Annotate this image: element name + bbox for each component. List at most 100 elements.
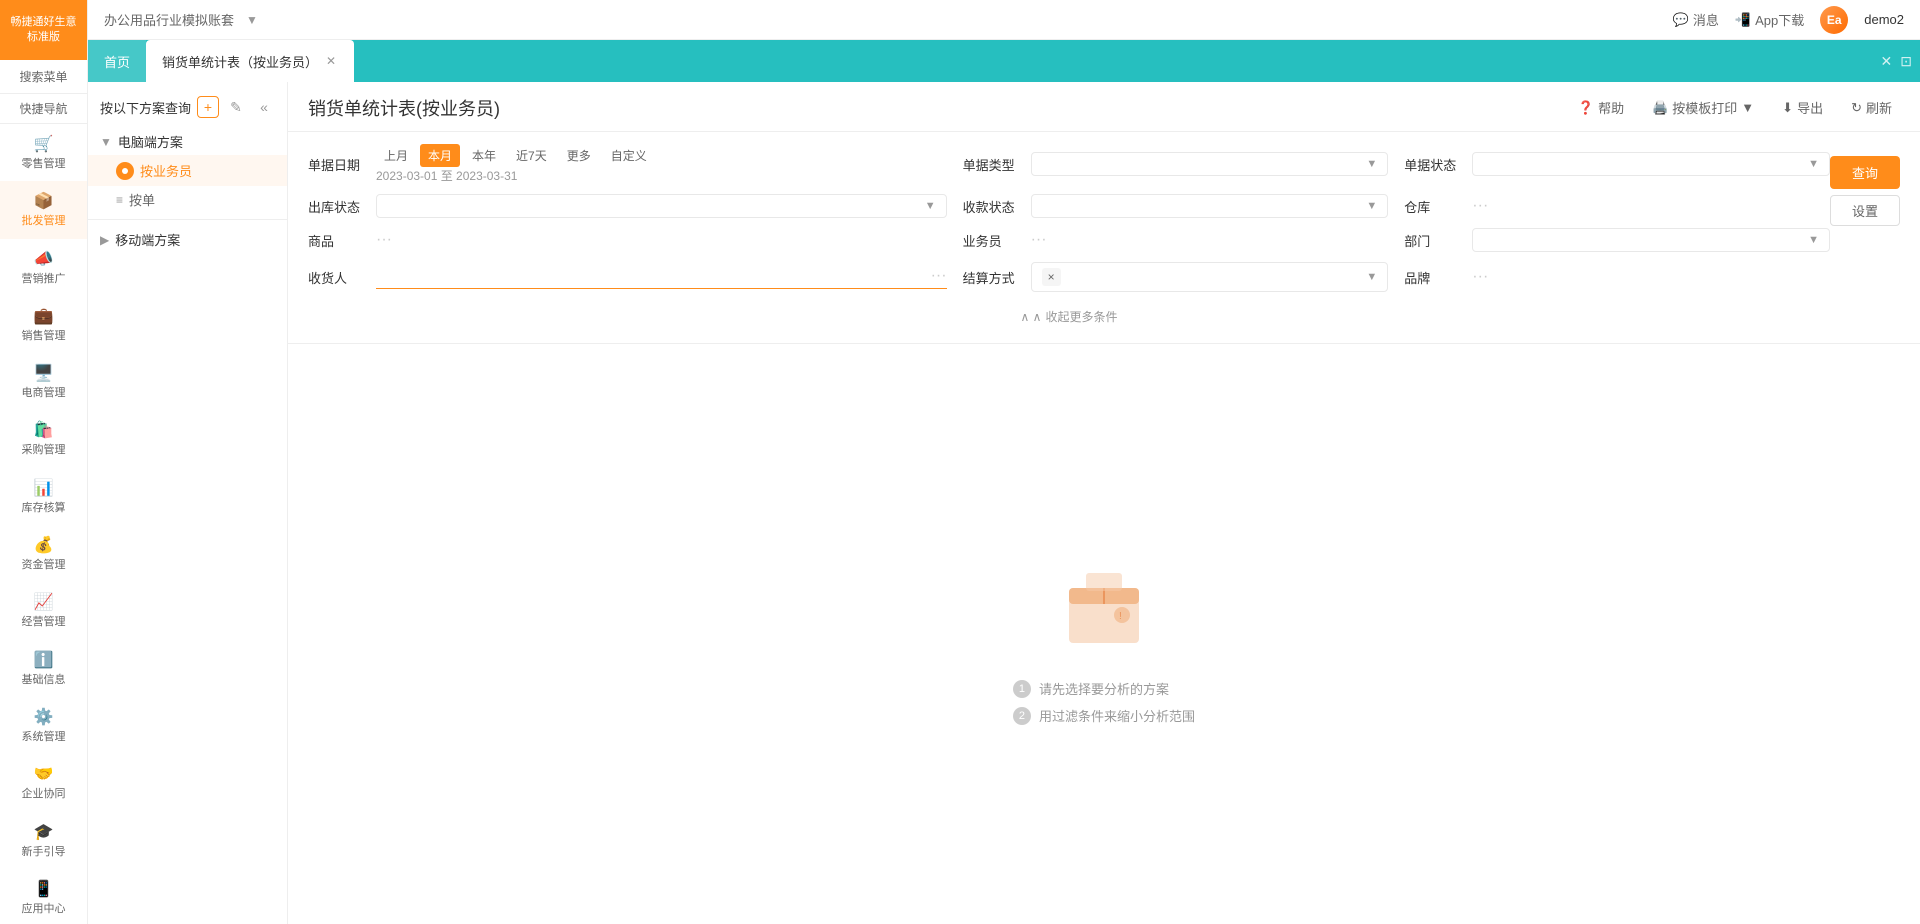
salesman-dots[interactable]: ··· bbox=[1031, 231, 1047, 248]
date-btn-custom[interactable]: 自定义 bbox=[603, 144, 655, 167]
brand-control: ··· bbox=[1472, 268, 1830, 286]
brand-dots[interactable]: ··· bbox=[1472, 268, 1488, 285]
date-btn-this-month[interactable]: 本月 bbox=[420, 144, 460, 167]
brand-label: 品牌 bbox=[1404, 268, 1464, 287]
collapse-panel-btn[interactable]: « bbox=[253, 96, 275, 118]
sidebar-item-basic[interactable]: ℹ️ 基础信息 bbox=[0, 640, 87, 697]
avatar[interactable]: Ea bbox=[1820, 6, 1848, 34]
filter-date: 单据日期 上月 本月 本年 近7天 更多 自定义 bbox=[308, 144, 947, 184]
export-label: 导出 bbox=[1797, 98, 1823, 117]
sidebar-item-ecommerce[interactable]: 🖥️ 电商管理 bbox=[0, 353, 87, 410]
sidebar: 畅捷通好生意 标准版 搜索菜单 快捷导航 🛒 零售管理 📦 批发管理 📣 营销推… bbox=[0, 0, 88, 924]
receipt-status-arrow: ▼ bbox=[1366, 200, 1377, 212]
consignee-control: ··· bbox=[376, 265, 947, 289]
hint-1-num: 1 bbox=[1013, 680, 1031, 698]
sidebar-quick-nav-btn[interactable]: 快捷导航 bbox=[0, 94, 87, 124]
scheme-by-salesman[interactable]: 按业务员 bbox=[88, 155, 287, 186]
sidebar-search-btn[interactable]: 搜索菜单 bbox=[0, 60, 87, 94]
svg-text:!: ! bbox=[1119, 611, 1122, 622]
tab-sales-stat[interactable]: 销货单统计表（按业务员） ✕ bbox=[146, 40, 354, 82]
refresh-icon: ↻ bbox=[1851, 100, 1862, 116]
filter-row-1: 单据日期 上月 本月 本年 近7天 更多 自定义 bbox=[308, 144, 1830, 184]
date-label: 单据日期 bbox=[308, 155, 368, 174]
sidebar-quick-nav-label: 快捷导航 bbox=[19, 100, 67, 117]
warehouse-dots[interactable]: ··· bbox=[1472, 197, 1488, 214]
left-panel-icon-group: + ✎ « bbox=[197, 96, 275, 118]
print-btn[interactable]: 🖨️ 按模板打印 ▼ bbox=[1644, 94, 1762, 121]
collapse-btn[interactable]: ∧ ∧ 收起更多条件 bbox=[308, 302, 1830, 331]
tab-sales-stat-close[interactable]: ✕ bbox=[324, 52, 338, 70]
settings-btn[interactable]: 设置 bbox=[1830, 195, 1900, 226]
right-panel: 销货单统计表(按业务员) ❓ 帮助 🖨️ 按模板打印 ▼ ⬇ 导出 bbox=[288, 82, 1920, 924]
desktop-schemes-header[interactable]: ▼ 电脑端方案 bbox=[88, 128, 287, 155]
filter-area: 单据日期 上月 本月 本年 近7天 更多 自定义 bbox=[288, 132, 1920, 344]
edit-scheme-btn[interactable]: ✎ bbox=[225, 96, 247, 118]
date-btn-last-month[interactable]: 上月 bbox=[376, 144, 416, 167]
date-btn-this-year[interactable]: 本年 bbox=[464, 144, 504, 167]
topbar-title: 办公用品行业模拟账套 bbox=[104, 10, 234, 29]
tab-home[interactable]: 首页 bbox=[88, 40, 146, 82]
sidebar-item-operation[interactable]: 📈 经营管理 bbox=[0, 582, 87, 639]
export-btn[interactable]: ⬇ 导出 bbox=[1774, 94, 1831, 121]
sidebar-item-finance[interactable]: 💰 资金管理 bbox=[0, 525, 87, 582]
active-dot-inner bbox=[122, 168, 128, 174]
export-icon: ⬇ bbox=[1782, 100, 1793, 116]
topbar-dropdown-arrow[interactable]: ▼ bbox=[246, 13, 258, 27]
newbie-icon: 🎓 bbox=[34, 822, 54, 842]
download-label: App下载 bbox=[1755, 10, 1804, 29]
filter-dept: 部门 ▼ bbox=[1404, 228, 1830, 252]
window-maximize-icon[interactable]: ⊡ bbox=[1900, 53, 1912, 70]
sidebar-item-retail[interactable]: 🛒 零售管理 bbox=[0, 124, 87, 181]
doc-type-select[interactable]: ▼ bbox=[1031, 152, 1389, 176]
messages-btn[interactable]: 💬 消息 bbox=[1673, 10, 1719, 29]
sidebar-item-inventory[interactable]: 📊 库存核算 bbox=[0, 468, 87, 525]
add-scheme-btn[interactable]: + bbox=[197, 96, 219, 118]
out-status-select[interactable]: ▼ bbox=[376, 194, 947, 218]
consignee-dots[interactable]: ··· bbox=[931, 267, 947, 285]
sidebar-item-marketing[interactable]: 📣 营销推广 bbox=[0, 239, 87, 296]
filter-row-2: 出库状态 ▼ 收款状态 bbox=[308, 194, 1830, 218]
scheme-by-order-icon: ≡ bbox=[116, 193, 123, 207]
filter-salesman: 业务员 ··· bbox=[963, 231, 1389, 250]
sidebar-item-purchase[interactable]: 🛍️ 采购管理 bbox=[0, 410, 87, 467]
refresh-btn[interactable]: ↻ 刷新 bbox=[1843, 94, 1900, 121]
help-btn[interactable]: ❓ 帮助 bbox=[1570, 94, 1632, 121]
filter-row-3: 商品 ··· 业务员 ··· bbox=[308, 228, 1830, 252]
action-btns: 查询 设置 bbox=[1830, 144, 1900, 331]
receipt-status-select[interactable]: ▼ bbox=[1031, 194, 1389, 218]
desktop-schemes-group: ▼ 电脑端方案 按业务员 ≡ 按单 bbox=[88, 124, 287, 217]
goods-label: 商品 bbox=[308, 231, 368, 250]
messages-label: 消息 bbox=[1693, 10, 1719, 29]
date-btn-7days[interactable]: 近7天 bbox=[508, 144, 555, 167]
date-btn-more[interactable]: 更多 bbox=[559, 144, 599, 167]
basic-icon: ℹ️ bbox=[34, 650, 54, 670]
app-download-btn[interactable]: 📲 App下载 bbox=[1735, 10, 1804, 29]
finance-icon: 💰 bbox=[34, 535, 54, 555]
ecommerce-icon: 🖥️ bbox=[34, 363, 54, 383]
date-btns: 上月 本月 本年 近7天 更多 自定义 bbox=[376, 144, 947, 167]
consignee-input[interactable] bbox=[376, 265, 947, 289]
scheme-by-order-label: 按单 bbox=[129, 190, 155, 209]
sidebar-item-appstore[interactable]: 📱 应用中心 bbox=[0, 869, 87, 924]
filter-consignee: 收货人 ··· bbox=[308, 265, 947, 289]
goods-dots[interactable]: ··· bbox=[376, 231, 392, 248]
sidebar-item-system[interactable]: ⚙️ 系统管理 bbox=[0, 697, 87, 754]
mobile-expand-icon: ▶ bbox=[100, 233, 109, 247]
scheme-by-order[interactable]: ≡ 按单 bbox=[88, 186, 287, 213]
window-close-icon[interactable]: ✕ bbox=[1881, 53, 1893, 70]
dept-label: 部门 bbox=[1404, 231, 1464, 250]
dept-select[interactable]: ▼ bbox=[1472, 228, 1830, 252]
doc-status-arrow: ▼ bbox=[1808, 158, 1819, 170]
doc-status-select[interactable]: ▼ bbox=[1472, 152, 1830, 176]
sidebar-item-newbie[interactable]: 🎓 新手引导 bbox=[0, 812, 87, 869]
sidebar-item-wholesale[interactable]: 📦 批发管理 bbox=[0, 181, 87, 238]
mobile-schemes-header[interactable]: ▶ 移动端方案 bbox=[88, 226, 287, 253]
sidebar-item-corp[interactable]: 🤝 企业协同 bbox=[0, 754, 87, 811]
filter-row-4: 收货人 ··· 结算方式 bbox=[308, 262, 1830, 292]
query-btn[interactable]: 查询 bbox=[1830, 156, 1900, 189]
tabbar: 首页 销货单统计表（按业务员） ✕ ✕ ⊡ bbox=[88, 40, 1920, 82]
username-label: demo2 bbox=[1864, 12, 1904, 27]
main-area: 办公用品行业模拟账套 ▼ 💬 消息 📲 App下载 Ea demo2 首页 销货… bbox=[88, 0, 1920, 924]
sidebar-item-sales[interactable]: 💼 销售管理 bbox=[0, 296, 87, 353]
payment-select[interactable]: × ▼ bbox=[1031, 262, 1389, 292]
